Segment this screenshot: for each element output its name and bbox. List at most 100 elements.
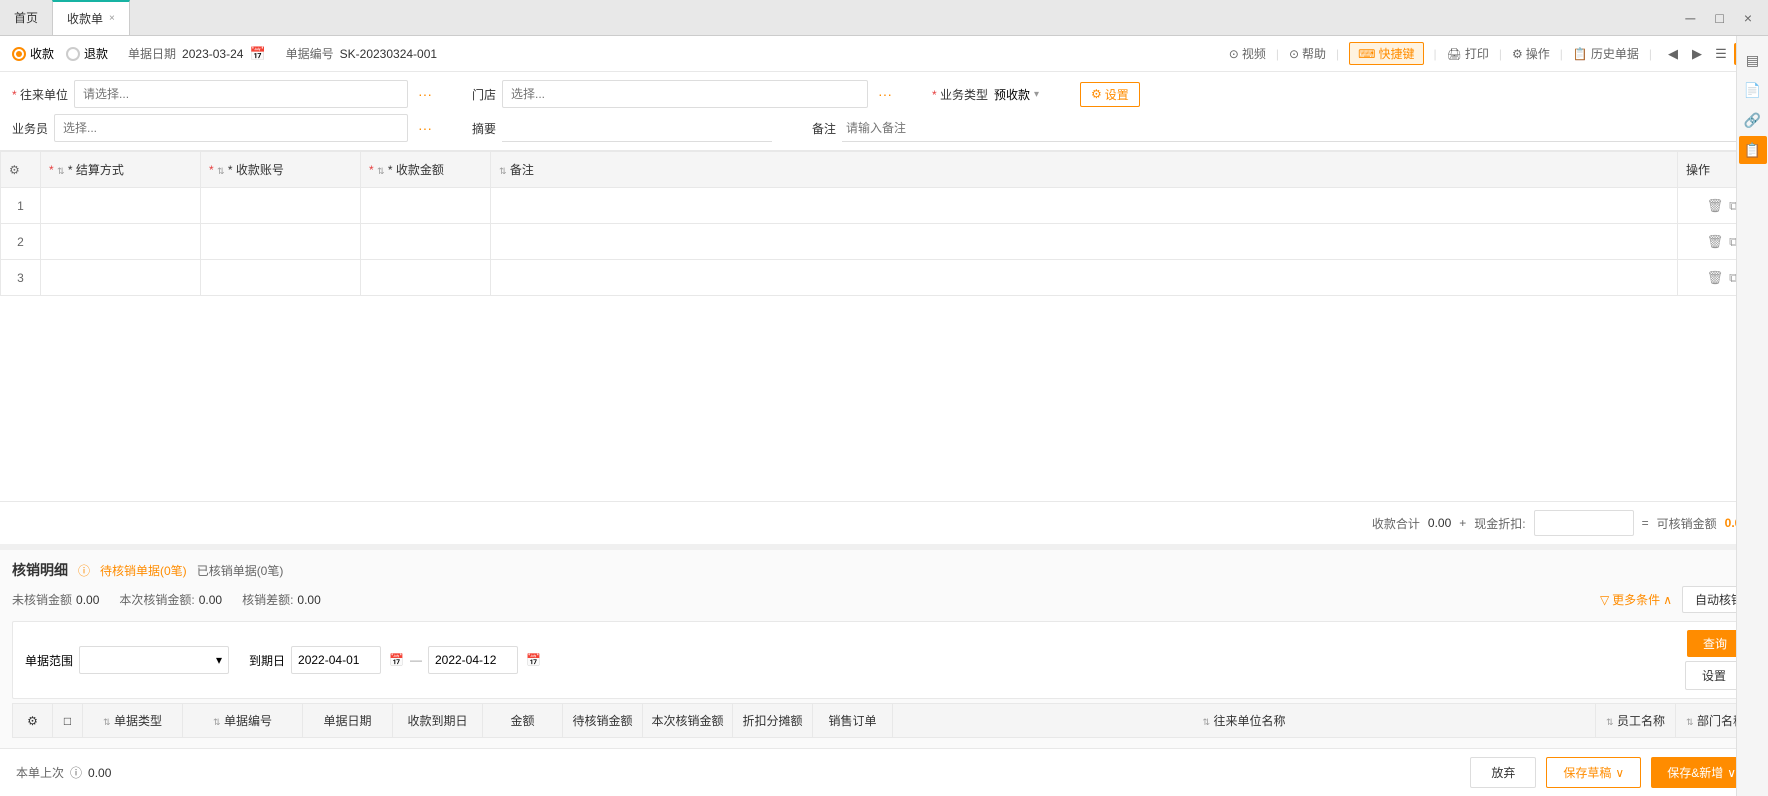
more-conditions-button[interactable]: ▽ 更多条件 ∧ <box>1600 591 1672 608</box>
wcol-number: ⇅ 单据编号 <box>183 704 303 738</box>
wcol-date: 单据日期 <box>303 704 393 738</box>
current-value: 0.00 <box>199 593 222 607</box>
row-3-remark[interactable] <box>491 260 1678 296</box>
remark-field: 备注 <box>812 114 1756 142</box>
counterpart-label: 往来单位 <box>12 86 68 103</box>
due-date-from-input[interactable] <box>291 646 381 674</box>
equals-symbol: = <box>1642 516 1649 530</box>
row-3-settlement[interactable] <box>41 260 201 296</box>
history-icon: 📋 <box>1573 47 1588 61</box>
row-2-remark[interactable] <box>491 224 1678 260</box>
summary-input[interactable] <box>502 114 772 142</box>
video-label: 视频 <box>1242 45 1266 62</box>
due-date-field: 到期日 📅 — 📅 <box>249 646 541 674</box>
table-gear-icon[interactable]: ⚙ <box>9 163 20 177</box>
total-value: 0.00 <box>1428 516 1451 530</box>
row-2-settlement[interactable] <box>41 224 201 260</box>
sidebar-doc-icon[interactable]: 📄 <box>1739 76 1767 104</box>
ops-button[interactable]: ⚙ 操作 <box>1512 45 1550 62</box>
tab-home[interactable]: 首页 <box>0 0 52 35</box>
counterpart-more-icon[interactable]: ··· <box>418 86 432 102</box>
pending-link[interactable]: 待核销单据(0笔) <box>100 562 187 579</box>
row-1-settlement[interactable] <box>41 188 201 224</box>
due-date-to-input[interactable] <box>428 646 518 674</box>
table-row: 2 🗑 ⧉ <box>1 224 1768 260</box>
filter-settings-button[interactable]: 设置 <box>1685 661 1743 690</box>
col-account: ⇅ * 收款账号 <box>201 152 361 188</box>
history-button[interactable]: 📋 历史单据 <box>1573 45 1639 62</box>
col-gear[interactable]: ⚙ <box>1 152 41 188</box>
tab-receipt[interactable]: 收款单 × <box>52 0 130 35</box>
video-button[interactable]: ⊙ 视频 <box>1229 45 1266 62</box>
current-label: 本次核销金额: <box>119 591 194 608</box>
row-3-delete-icon[interactable]: 🗑 <box>1707 270 1724 286</box>
row-1-delete-icon[interactable]: 🗑 <box>1707 198 1724 214</box>
salesperson-more-icon[interactable]: ··· <box>418 120 432 136</box>
date-from-calendar-icon[interactable]: 📅 <box>389 653 404 667</box>
tab-close-icon[interactable]: × <box>109 13 115 24</box>
row-1-amount[interactable] <box>361 188 491 224</box>
row-1-remark[interactable] <box>491 188 1678 224</box>
discount-input[interactable] <box>1534 510 1634 536</box>
wcol-amount: 金额 <box>483 704 563 738</box>
date-to-calendar-icon[interactable]: 📅 <box>526 653 541 667</box>
row-2-account[interactable] <box>201 224 361 260</box>
business-type-dropdown[interactable]: 预收款 ▾ <box>994 86 1074 103</box>
radio-refund-label: 退款 <box>84 45 108 62</box>
business-type-chevron-icon: ▾ <box>1034 89 1039 100</box>
list-icon[interactable]: ☰ <box>1710 43 1732 65</box>
settings-button[interactable]: ⚙ 设置 <box>1080 82 1140 107</box>
row-3-amount[interactable] <box>361 260 491 296</box>
wcol-employee: ⇅ 员工名称 <box>1596 704 1676 738</box>
radio-refund[interactable]: 退款 <box>66 45 108 62</box>
number-value: SK-20230324-001 <box>340 47 437 61</box>
unverified-label: 未核销金额 <box>12 591 72 608</box>
writeoff-table: ⚙ □ ⇅ 单据类型 ⇅ 单据编号 单据日期 收款到期日 金额 待核销金额 本次… <box>12 703 1756 738</box>
row-3-account[interactable] <box>201 260 361 296</box>
store-input[interactable] <box>502 80 868 108</box>
history-label: 历史单据 <box>1591 45 1639 62</box>
row-1-account[interactable] <box>201 188 361 224</box>
row-2-amount[interactable] <box>361 224 491 260</box>
help-button[interactable]: ⊙ 帮助 <box>1289 45 1326 62</box>
query-button[interactable]: 查询 <box>1687 630 1743 657</box>
sidebar-table-icon[interactable]: ▤ <box>1739 46 1767 74</box>
next-icon[interactable]: ▶ <box>1686 43 1708 65</box>
sidebar-layout-icon[interactable]: 📋 <box>1739 136 1767 164</box>
tab-receipt-label: 收款单 <box>67 10 103 27</box>
diff-value: 0.00 <box>297 593 320 607</box>
unverified-value: 0.00 <box>76 593 99 607</box>
done-link[interactable]: 已核销单据(0笔) <box>197 562 284 579</box>
wcol-check[interactable]: □ <box>53 704 83 738</box>
win-min-button[interactable]: ─ <box>1679 8 1701 28</box>
prev-icon[interactable]: ◀ <box>1662 43 1684 65</box>
radio-receipt[interactable]: 收款 <box>12 45 54 62</box>
wcol-gear[interactable]: ⚙ <box>13 704 53 738</box>
store-more-icon[interactable]: ··· <box>878 86 892 102</box>
tab-home-label: 首页 <box>14 9 38 26</box>
range-select[interactable]: ▾ <box>79 646 229 674</box>
date-calendar-icon[interactable]: 📅 <box>249 46 265 62</box>
win-close-button[interactable]: × <box>1738 8 1758 28</box>
store-field: 门店 ··· <box>472 80 892 108</box>
form-row-1: 往来单位 ··· 门店 ··· 业务类型 预收款 ▾ <box>12 80 1756 108</box>
print-button[interactable]: 🖨 打印 <box>1447 45 1489 62</box>
shortcut-button[interactable]: ⌨ 快捷键 <box>1349 42 1423 65</box>
abandon-button[interactable]: 放弃 <box>1470 757 1536 788</box>
receipt-type-group: 收款 退款 <box>12 45 108 62</box>
business-type-area: 预收款 ▾ <box>994 86 1074 103</box>
writeoff-info-icon[interactable]: ⓘ <box>78 562 90 579</box>
wcol-current: 本次核销金额 <box>643 704 733 738</box>
salesperson-input[interactable] <box>54 114 408 142</box>
counterpart-input[interactable] <box>74 80 408 108</box>
win-max-button[interactable]: □ <box>1709 8 1729 28</box>
wcol-gear-icon: ⚙ <box>27 714 38 728</box>
save-draft-button[interactable]: 保存草稿 ∨ <box>1546 757 1641 788</box>
unverified-stat: 未核销金额 0.00 <box>12 591 99 608</box>
wcol-counterpart: ⇅ 往来单位名称 <box>893 704 1596 738</box>
sidebar-link-icon[interactable]: 🔗 <box>1739 106 1767 134</box>
radio-receipt-label: 收款 <box>30 45 54 62</box>
row-2-delete-icon[interactable]: 🗑 <box>1707 234 1724 250</box>
bottom-info-icon: ⓘ <box>70 764 82 781</box>
remark-input[interactable] <box>842 114 1756 142</box>
